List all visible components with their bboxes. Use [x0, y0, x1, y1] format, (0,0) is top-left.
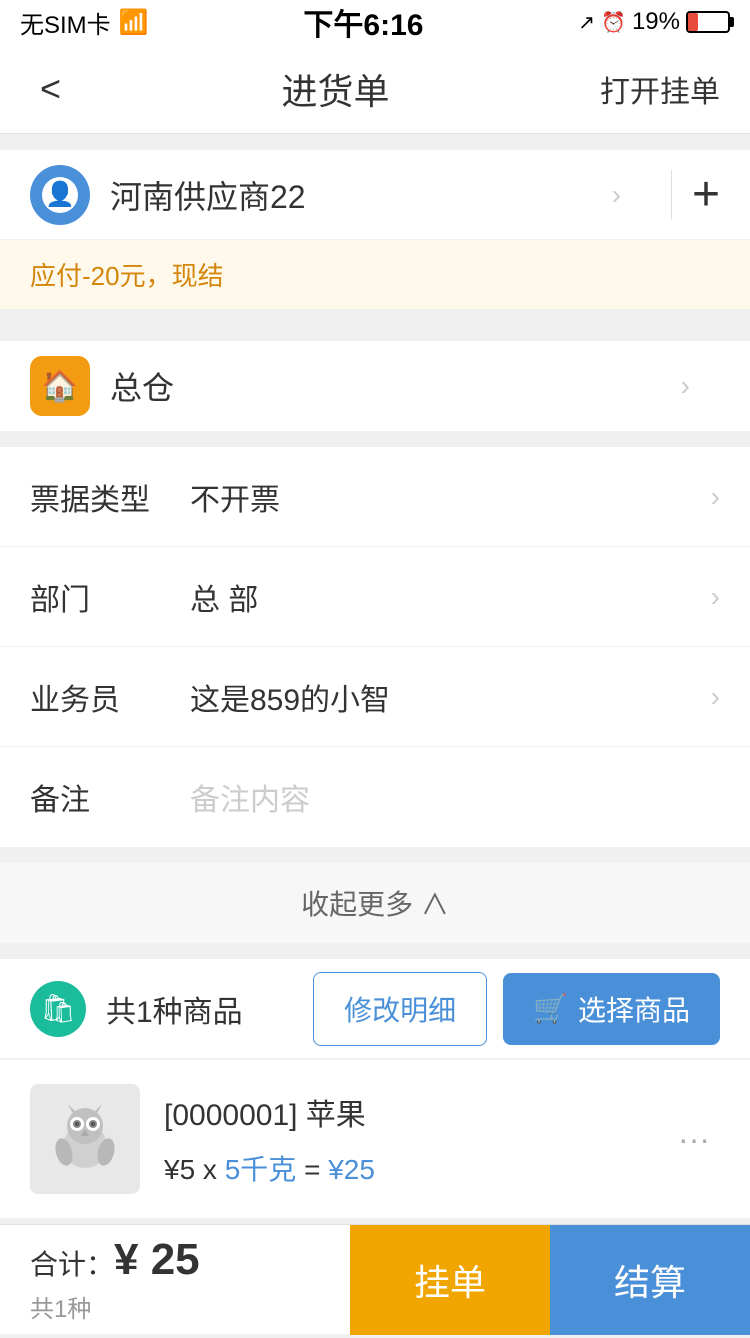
equals-sign: = — [304, 1154, 328, 1185]
shopping-bag-icon: 🛍 — [40, 992, 76, 1025]
divider-1 — [0, 134, 750, 150]
invoice-type-chevron: › — [711, 481, 720, 513]
total-count: 共1种 — [30, 1289, 320, 1324]
department-value: 总 部 — [170, 575, 711, 619]
product-more-button[interactable]: ··· — [668, 1111, 720, 1168]
supplier-chevron: › — [612, 179, 621, 211]
collapse-label: 收起更多 ∧ — [301, 883, 449, 923]
select-product-button[interactable]: 🛒 选择商品 — [503, 973, 720, 1045]
nav-bar: < 进货单 打开挂单 — [0, 44, 750, 134]
department-label: 部门 — [30, 575, 170, 619]
status-right: ↗ ⏰ 19% — [578, 8, 730, 36]
checkout-label: 结算 — [614, 1254, 686, 1306]
divider-vertical — [671, 170, 672, 220]
bottom-bar: 合计： ¥ 25 共1种 挂单 结算 — [0, 1224, 750, 1334]
carrier-text: 无SIM卡 — [20, 5, 111, 40]
salesperson-label: 业务员 — [30, 675, 170, 719]
cart-icon: 🛒 — [533, 992, 568, 1025]
warehouse-name: 总仓 — [110, 363, 681, 409]
unit-price: ¥5 x — [164, 1154, 225, 1185]
department-chevron: › — [711, 581, 720, 613]
battery-icon — [686, 11, 730, 33]
add-supplier-button[interactable]: + — [692, 171, 720, 219]
back-button[interactable]: < — [30, 58, 71, 120]
product-info: [0000001] 苹果 ¥5 x 5千克 = ¥25 — [164, 1090, 668, 1188]
person-icon: 👤 — [45, 180, 75, 209]
total-label: 合计： — [30, 1243, 114, 1283]
product-price: ¥5 x 5千克 = ¥25 — [164, 1148, 668, 1188]
status-bar: 无SIM卡 📶 下午6:16 ↗ ⏰ 19% — [0, 0, 750, 44]
hang-label: 挂单 — [414, 1254, 486, 1306]
page-title: 进货单 — [282, 63, 390, 115]
salesperson-chevron: › — [711, 681, 720, 713]
total-section: 合计： ¥ 25 共1种 — [0, 1235, 350, 1324]
notice-text: 应付-20元，现结 — [30, 261, 224, 291]
product-name: [0000001] 苹果 — [164, 1090, 668, 1134]
owl-logo-svg — [50, 1104, 120, 1174]
invoice-type-value: 不开票 — [170, 475, 711, 519]
invoice-type-row[interactable]: 票据类型 不开票 › — [0, 447, 750, 547]
alarm-icon: ⏰ — [601, 10, 626, 35]
salesperson-value: 这是859的小智 — [170, 675, 711, 719]
quantity-value: 5千克 — [225, 1154, 297, 1185]
product-count-label: 共1种商品 — [106, 987, 313, 1031]
edit-detail-button[interactable]: 修改明细 — [313, 972, 487, 1046]
remark-placeholder: 备注内容 — [170, 775, 720, 819]
collapse-button[interactable]: 收起更多 ∧ — [0, 863, 750, 943]
select-product-label: 选择商品 — [578, 989, 690, 1029]
hang-button[interactable]: 挂单 — [350, 1225, 550, 1335]
product-header: 🛍 共1种商品 修改明细 🛒 选择商品 — [0, 959, 750, 1059]
supplier-section: 👤 河南供应商22 › + — [0, 150, 750, 240]
checkout-button[interactable]: 结算 — [550, 1225, 750, 1335]
status-time: 下午6:16 — [303, 0, 423, 44]
supplier-name[interactable]: 河南供应商22 — [110, 172, 612, 218]
wifi-icon: 📶 — [119, 8, 149, 37]
invoice-type-label: 票据类型 — [30, 475, 170, 519]
warehouse-section[interactable]: 🏠 总仓 › — [0, 341, 750, 431]
remark-label: 备注 — [30, 775, 170, 819]
product-thumbnail — [30, 1084, 140, 1194]
department-row[interactable]: 部门 总 部 › — [0, 547, 750, 647]
open-pending-button[interactable]: 打开挂单 — [600, 67, 720, 111]
total-price: ¥25 — [328, 1154, 375, 1185]
status-carrier: 无SIM卡 📶 — [20, 5, 149, 40]
product-count-icon: 🛍 — [30, 981, 86, 1037]
warehouse-icon: 🏠 — [30, 356, 90, 416]
total-amount: ¥ 25 — [114, 1235, 200, 1285]
supplier-avatar: 👤 — [30, 165, 90, 225]
notice-banner: 应付-20元，现结 — [0, 240, 750, 309]
location-icon: ↗ — [578, 10, 595, 35]
salesperson-row[interactable]: 业务员 这是859的小智 › — [0, 647, 750, 747]
product-item: [0000001] 苹果 ¥5 x 5千克 = ¥25 ··· — [0, 1060, 750, 1218]
form-section: 票据类型 不开票 › 部门 总 部 › 业务员 这是859的小智 › 备注 备注… — [0, 447, 750, 847]
divider-2 — [0, 309, 750, 325]
battery-text: 19% — [632, 8, 680, 36]
product-id: [0000001] — [164, 1099, 306, 1132]
warehouse-chevron: › — [681, 370, 690, 402]
product-title: 苹果 — [306, 1099, 366, 1132]
remark-row[interactable]: 备注 备注内容 — [0, 747, 750, 847]
